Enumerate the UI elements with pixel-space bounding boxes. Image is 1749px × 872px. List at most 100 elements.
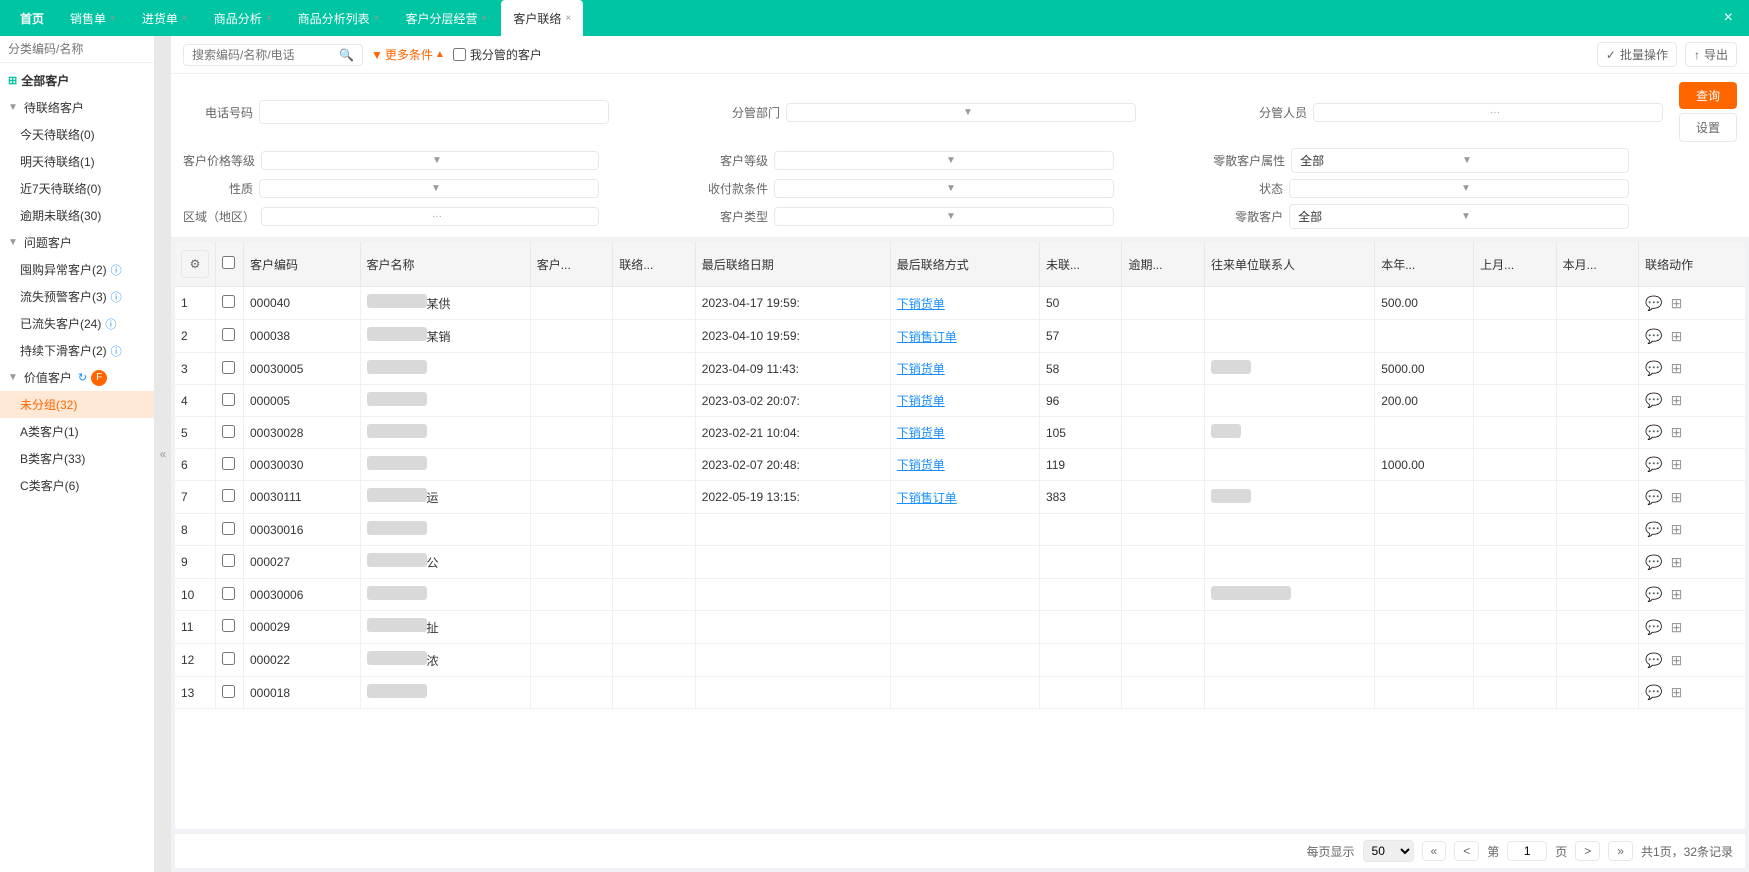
chat-icon[interactable]: 💬 xyxy=(1645,554,1662,571)
table-settings-icon[interactable]: ⚙ xyxy=(181,250,209,278)
close-sales-icon[interactable]: × xyxy=(110,13,116,24)
main-search-input[interactable] xyxy=(192,48,335,62)
chat-icon[interactable]: 💬 xyxy=(1645,392,1662,409)
settings-col-header[interactable]: ⚙ xyxy=(175,242,216,287)
current-page-input[interactable] xyxy=(1507,841,1547,861)
grid-action-icon[interactable]: ⊞ xyxy=(1671,586,1683,603)
manager-select[interactable]: ··· xyxy=(1313,103,1663,122)
row-last-method[interactable]: 下销售订单 xyxy=(890,320,1039,353)
grid-action-icon[interactable]: ⊞ xyxy=(1671,392,1683,409)
row-last-method[interactable]: 下销货单 xyxy=(890,353,1039,385)
row-last-method[interactable]: 下销货单 xyxy=(890,287,1039,320)
b-class-item[interactable]: B类客户(33) xyxy=(0,445,154,472)
chat-icon[interactable]: 💬 xyxy=(1645,328,1662,345)
row-check[interactable] xyxy=(216,579,244,611)
export-btn[interactable]: ↑ 导出 xyxy=(1685,42,1737,67)
row-check[interactable] xyxy=(216,481,244,514)
my-customers-check[interactable] xyxy=(453,48,466,61)
close-analysis-icon[interactable]: × xyxy=(266,13,272,24)
chat-icon[interactable]: 💬 xyxy=(1645,424,1662,441)
chat-icon[interactable]: 💬 xyxy=(1645,489,1662,506)
week-pending-item[interactable]: 近7天待联络(0) xyxy=(0,175,154,202)
close-customer-contact-icon[interactable]: × xyxy=(565,13,571,24)
next-page-btn[interactable]: > xyxy=(1575,841,1600,861)
grid-action-icon[interactable]: ⊞ xyxy=(1671,489,1683,506)
tomorrow-pending-item[interactable]: 明天待联络(1) xyxy=(0,148,154,175)
overdue-item[interactable]: 逾期未联络(30) xyxy=(0,202,154,229)
main-search-icon[interactable]: 🔍 xyxy=(339,48,354,62)
abnormal-item[interactable]: 囤购异常客户(2) ⓘ xyxy=(0,256,154,283)
nav-tab-home[interactable]: 首页 xyxy=(8,0,56,36)
value-customer-group[interactable]: ▼ 价值客户 ↻ F xyxy=(0,364,154,391)
row-check[interactable] xyxy=(216,385,244,417)
a-class-item[interactable]: A类客户(1) xyxy=(0,418,154,445)
pending-contact-group[interactable]: ▼ 待联络客户 xyxy=(0,94,154,121)
gender-select[interactable]: ▼ xyxy=(259,179,599,198)
row-check[interactable] xyxy=(216,677,244,709)
more-conditions-btn[interactable]: ▼ 更多条件 ▲ xyxy=(371,46,445,63)
my-customers-checkbox[interactable]: 我分管的客户 xyxy=(453,46,542,63)
per-page-select[interactable]: 50 100 200 xyxy=(1363,840,1414,862)
grid-action-icon[interactable]: ⊞ xyxy=(1671,652,1683,669)
grid-action-icon[interactable]: ⊞ xyxy=(1671,295,1683,312)
price-level-select[interactable]: ▼ xyxy=(261,151,599,170)
chat-icon[interactable]: 💬 xyxy=(1645,521,1662,538)
status-select[interactable]: ▼ xyxy=(1289,179,1629,198)
row-check[interactable] xyxy=(216,611,244,644)
row-check[interactable] xyxy=(216,320,244,353)
problem-customer-group[interactable]: ▼ 问题客户 xyxy=(0,229,154,256)
retail-attr-select[interactable]: 全部 ▼ xyxy=(1291,148,1629,173)
sidebar-collapse-btn[interactable]: « xyxy=(155,36,171,872)
last-page-btn[interactable]: » xyxy=(1608,841,1633,861)
churn-warning-item[interactable]: 流失预警客户(3) ⓘ xyxy=(0,283,154,310)
chat-icon[interactable]: 💬 xyxy=(1645,360,1662,377)
window-close-icon[interactable]: × xyxy=(1716,9,1741,27)
phone-input[interactable] xyxy=(259,100,609,124)
chat-icon[interactable]: 💬 xyxy=(1645,586,1662,603)
nav-tab-analysis[interactable]: 商品分析 × xyxy=(202,0,284,36)
payment-select[interactable]: ▼ xyxy=(774,179,1114,198)
chat-icon[interactable]: 💬 xyxy=(1645,295,1662,312)
dept-select[interactable]: ▼ xyxy=(786,103,1136,122)
close-customer-mgr-icon[interactable]: × xyxy=(481,13,487,24)
declining-item[interactable]: 持续下滑客户(2) ⓘ xyxy=(0,337,154,364)
nav-tab-analysis-list[interactable]: 商品分析列表 × xyxy=(286,0,392,36)
row-last-method[interactable]: 下销货单 xyxy=(890,385,1039,417)
nav-tab-purchase[interactable]: 进货单 × xyxy=(130,0,200,36)
ungroup-item[interactable]: 未分组(32) xyxy=(0,391,154,418)
grid-action-icon[interactable]: ⊞ xyxy=(1671,684,1683,701)
select-all-checkbox[interactable] xyxy=(222,256,235,269)
grid-action-icon[interactable]: ⊞ xyxy=(1671,424,1683,441)
all-customers-item[interactable]: ⊞ 全部客户 xyxy=(0,67,154,94)
grid-action-icon[interactable]: ⊞ xyxy=(1671,619,1683,636)
nav-tab-customer-mgr[interactable]: 客户分层经营 × xyxy=(393,0,499,36)
chat-icon[interactable]: 💬 xyxy=(1645,652,1662,669)
row-check[interactable] xyxy=(216,353,244,385)
chat-icon[interactable]: 💬 xyxy=(1645,619,1662,636)
chat-icon[interactable]: 💬 xyxy=(1645,684,1662,701)
row-check[interactable] xyxy=(216,644,244,677)
grid-action-icon[interactable]: ⊞ xyxy=(1671,328,1683,345)
close-purchase-icon[interactable]: × xyxy=(182,13,188,24)
nav-tab-customer-contact[interactable]: 客户联络 × xyxy=(501,0,583,36)
region-select[interactable]: ··· xyxy=(261,207,599,226)
search-btn[interactable]: 查询 xyxy=(1679,82,1737,109)
first-page-btn[interactable]: « xyxy=(1422,841,1447,861)
category-search-input[interactable] xyxy=(8,42,155,56)
reset-btn[interactable]: 设置 xyxy=(1679,113,1737,142)
grid-action-icon[interactable]: ⊞ xyxy=(1671,554,1683,571)
churned-item[interactable]: 已流失客户(24) ⓘ xyxy=(0,310,154,337)
today-pending-item[interactable]: 今天待联络(0) xyxy=(0,121,154,148)
retail-customer-select[interactable]: 全部 ▼ xyxy=(1289,204,1629,229)
grid-action-icon[interactable]: ⊞ xyxy=(1671,360,1683,377)
close-analysis-list-icon[interactable]: × xyxy=(374,13,380,24)
row-last-method[interactable]: 下销售订单 xyxy=(890,481,1039,514)
row-check[interactable] xyxy=(216,449,244,481)
row-last-method[interactable]: 下销货单 xyxy=(890,417,1039,449)
nav-tab-sales[interactable]: 销售单 × xyxy=(58,0,128,36)
row-check[interactable] xyxy=(216,287,244,320)
main-search-box[interactable]: 🔍 xyxy=(183,44,363,66)
prev-page-btn[interactable]: < xyxy=(1454,841,1479,861)
c-class-item[interactable]: C类客户(6) xyxy=(0,472,154,499)
chat-icon[interactable]: 💬 xyxy=(1645,456,1662,473)
